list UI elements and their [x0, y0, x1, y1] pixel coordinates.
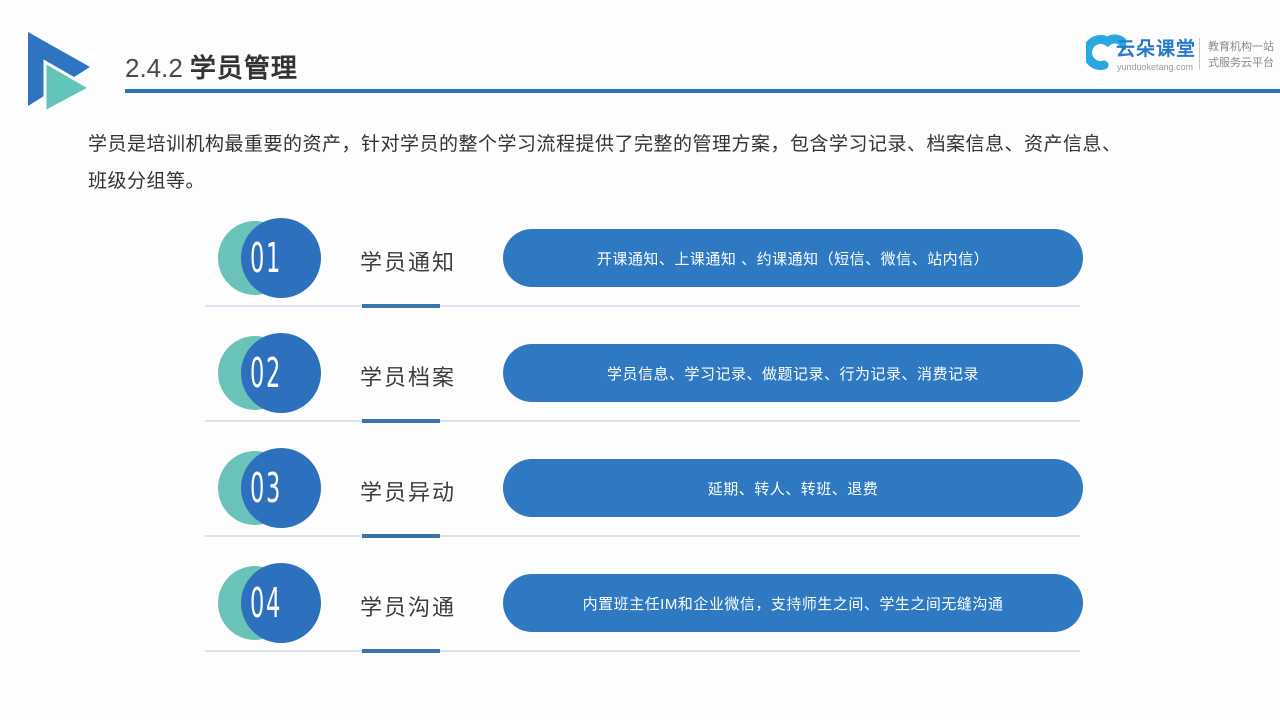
row-number-badge: 01: [205, 200, 335, 315]
feature-list: 01 学员通知 开课通知、上课通知 、约课通知（短信、微信、站内信） 02 学员…: [205, 200, 1083, 660]
feature-row: 01 学员通知 开课通知、上课通知 、约课通知（短信、微信、站内信）: [205, 200, 1083, 315]
row-number-badge: 04: [205, 545, 335, 660]
row-detail-pill: 学员信息、学习记录、做题记录、行为记录、消费记录: [503, 344, 1083, 402]
row-detail-pill: 内置班主任IM和企业微信，支持师生之间、学生之间无缝沟通: [503, 574, 1083, 632]
logo-slogan: 教育机构一站 式服务云平台: [1208, 39, 1274, 71]
feature-row: 02 学员档案 学员信息、学习记录、做题记录、行为记录、消费记录: [205, 315, 1083, 430]
row-number-badge: 03: [205, 430, 335, 545]
row-detail-pill: 延期、转人、转班、退费: [503, 459, 1083, 517]
row-divider: [205, 535, 1080, 537]
feature-row: 04 学员沟通 内置班主任IM和企业微信，支持师生之间、学生之间无缝沟通: [205, 545, 1083, 660]
intro-line1: 学员是培训机构最重要的资产，针对学员的整个学习流程提供了完整的管理方案，包含学习…: [88, 134, 1122, 155]
logo-slogan-line1: 教育机构一站: [1208, 39, 1274, 55]
row-label: 学员异动: [360, 475, 490, 507]
row-divider: [205, 420, 1080, 422]
row-number: 03: [240, 430, 293, 546]
corner-triangles-icon: [24, 24, 96, 118]
page-title-number: 2.4.2: [125, 53, 183, 83]
row-number-badge: 02: [205, 315, 335, 430]
row-number: 02: [240, 315, 293, 431]
page-title: 2.4.2学员管理: [125, 52, 298, 84]
slide-student-management: 2.4.2学员管理 云朵课堂 yunduoketang.com 教育机构一站 式…: [0, 0, 1280, 720]
row-number: 01: [240, 200, 293, 316]
row-number: 04: [240, 545, 293, 661]
page-title-text: 学员管理: [190, 53, 298, 83]
row-divider-accent: [362, 649, 440, 653]
logo-slogan-line2: 式服务云平台: [1208, 55, 1274, 71]
logo: 云朵课堂 yunduoketang.com 教育机构一站 式服务云平台: [1084, 26, 1280, 78]
logo-name: 云朵课堂: [1116, 34, 1194, 61]
row-divider: [205, 650, 1080, 652]
row-divider: [205, 305, 1080, 307]
row-label: 学员沟通: [360, 590, 490, 622]
logo-domain: yunduoketang.com: [1116, 62, 1194, 72]
row-label: 学员档案: [360, 360, 490, 392]
logo-divider: [1199, 38, 1200, 70]
row-label: 学员通知: [360, 245, 490, 277]
row-divider-accent: [362, 534, 440, 538]
feature-row: 03 学员异动 延期、转人、转班、退费: [205, 430, 1083, 545]
intro-paragraph: 学员是培训机构最重要的资产，针对学员的整个学习流程提供了完整的管理方案，包含学习…: [88, 126, 1218, 200]
row-detail-pill: 开课通知、上课通知 、约课通知（短信、微信、站内信）: [503, 229, 1083, 287]
intro-line2: 班级分组等。: [88, 171, 205, 192]
title-underline: [125, 89, 1280, 93]
row-divider-accent: [362, 304, 440, 308]
row-divider-accent: [362, 419, 440, 423]
